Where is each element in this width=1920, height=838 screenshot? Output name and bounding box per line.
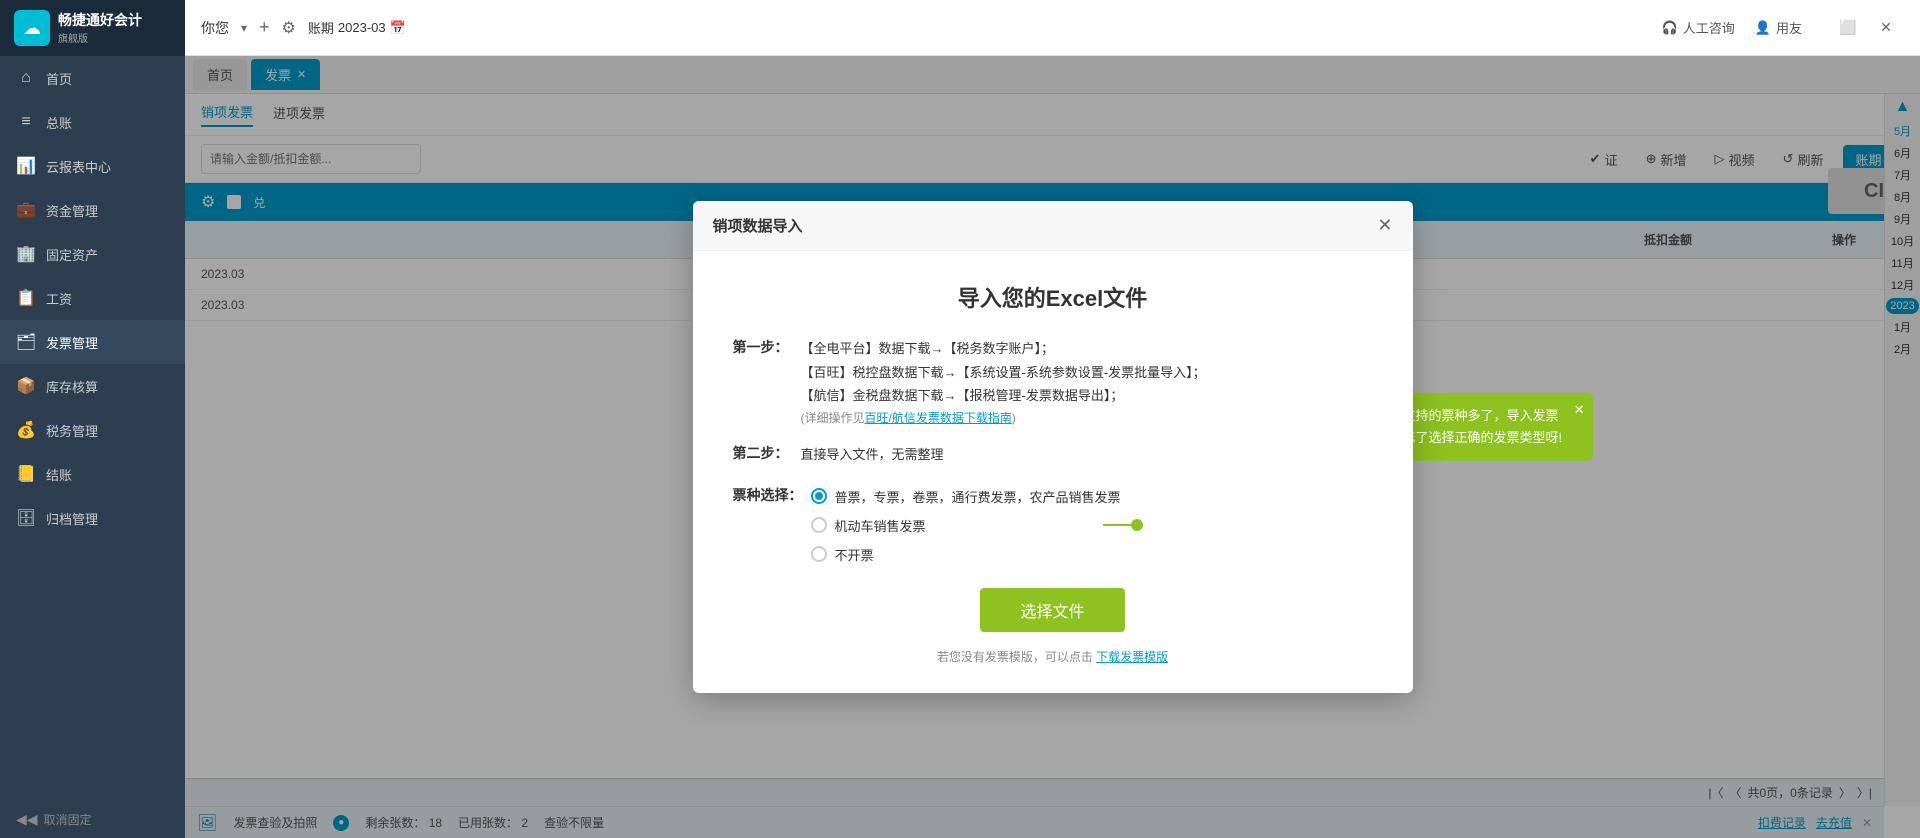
step1-line1: 【全电平台】数据下载→【税务数字账户】； <box>801 337 1206 360</box>
download-guide-link[interactable]: 百旺/航信发票数据下载指南 <box>865 411 1012 425</box>
ticket-label: 票种选择： <box>733 483 803 505</box>
ledger-icon: ≡ <box>16 112 36 132</box>
headset-icon: 🎧 <box>1662 20 1678 36</box>
tax-icon: 💰 <box>16 420 36 440</box>
assets-icon: 🏢 <box>16 244 36 264</box>
import-modal: 销项数据导入 ✕ 导入您的Excel文件 第一步： 【全电平台】数据下载→【税务… <box>693 201 1413 692</box>
modal-close-button[interactable]: ✕ <box>1377 215 1392 236</box>
step2-row: 第二步： 直接导入文件，无需整理 <box>733 443 1373 466</box>
sidebar-scroll: ⌂ 首页 ≡ 总账 📊 云报表中心 💼 资金管理 🏢 固定资产 📋 工资 <box>0 56 185 801</box>
sidebar-item-fund[interactable]: 💼 资金管理 <box>0 188 185 232</box>
radio-no-ticket-circle <box>811 546 827 562</box>
sidebar-item-archive[interactable]: 🗄 归档管理 <box>0 496 185 540</box>
fund-icon: 💼 <box>16 200 36 220</box>
sidebar-item-settle[interactable]: 📒 结账 <box>0 452 185 496</box>
step2-label: 第二步： <box>733 443 793 466</box>
radio-motor[interactable]: 机动车销售发票 <box>811 516 1121 535</box>
main-content: 你您 ▾ + ⚙ 账期 2023-03 📅 🎧 人工咨询 👤 用友 <box>185 0 1920 838</box>
radio-general-circle <box>811 488 827 504</box>
add-button[interactable]: + <box>259 17 270 38</box>
sidebar-item-invoice[interactable]: 🗂 发票管理 <box>0 320 185 364</box>
archive-icon: 🗄 <box>16 508 36 528</box>
calendar-icon[interactable]: 📅 <box>390 20 406 36</box>
page-content: 首页 发票 ✕ 销项发票 进项发票 <box>185 56 1920 838</box>
report-icon: 📊 <box>16 156 36 176</box>
content-area: 首页 发票 ✕ 销项发票 进项发票 <box>185 56 1920 838</box>
maximize-button[interactable]: ⬜ <box>1830 14 1866 42</box>
radio-motor-circle <box>811 517 827 533</box>
sidebar-footer[interactable]: ◀◀ 取消固定 <box>0 801 185 838</box>
radio-group: 普票，专票，卷票，通行费发票，农产品销售发票 机动车销售发票 <box>811 487 1121 564</box>
settings-icon[interactable]: ⚙ <box>282 18 296 38</box>
sidebar: ☁ 畅捷通好会计 旗舰版 ⌂ 首页 ≡ 总账 📊 云报表中心 💼 资金管理 <box>0 0 185 838</box>
period-display: 账期 2023-03 📅 <box>308 18 406 37</box>
sidebar-item-stock[interactable]: 📦 库存核算 <box>0 364 185 408</box>
radio-general[interactable]: 普票，专票，卷票，通行费发票，农产品销售发票 <box>811 487 1121 506</box>
download-template-link[interactable]: 下载发票模版 <box>1096 650 1168 664</box>
sidebar-item-ledger[interactable]: ≡ 总账 <box>0 100 185 144</box>
step1-content: 【全电平台】数据下载→【税务数字账户】； 【百旺】税控盘数据下载→【系统设置-系… <box>801 337 1206 429</box>
close-window-button[interactable]: ✕ <box>1868 14 1904 42</box>
modal-footer-text: 若您没有发票模版，可以点击 下载发票模版 <box>733 648 1373 665</box>
sidebar-logo: ☁ 畅捷通好会计 旗舰版 <box>0 0 185 56</box>
invoice-icon: 🗂 <box>16 332 36 352</box>
step1-line3: 【航信】金税盘数据下载→【报税管理-发票数据导出】； <box>801 384 1206 407</box>
ticket-selection: 票种选择： 普票，专票，卷票，通行费发票，农产品销售发票 机动车销售发票 <box>733 483 1373 564</box>
settle-icon: 📒 <box>16 464 36 484</box>
sidebar-item-assets[interactable]: 🏢 固定资产 <box>0 232 185 276</box>
user-icon: 👤 <box>1755 20 1771 36</box>
account-dropdown-icon[interactable]: ▾ <box>241 21 247 35</box>
step1-line2: 【百旺】税控盘数据下载→【系统设置-系统参数设置-发票批量导入】； <box>801 361 1206 384</box>
salary-icon: 📋 <box>16 288 36 308</box>
radio-no-ticket[interactable]: 不开票 <box>811 545 1121 564</box>
sidebar-item-home[interactable]: ⌂ 首页 <box>0 56 185 100</box>
service-button[interactable]: 🎧 人工咨询 <box>1662 18 1735 37</box>
modal-title: 销项数据导入 <box>713 215 803 236</box>
stock-icon: 📦 <box>16 376 36 396</box>
modal-body: 导入您的Excel文件 第一步： 【全电平台】数据下载→【税务数字账户】； 【百… <box>693 251 1413 692</box>
tooltip-connector-line <box>1103 524 1143 526</box>
step1-hint: (详细操作见百旺/航信发票数据下载指南) <box>801 408 1206 430</box>
step1-label: 第一步： <box>733 337 793 429</box>
sidebar-item-tax[interactable]: 💰 税务管理 <box>0 408 185 452</box>
topbar-right: 🎧 人工咨询 👤 用友 <box>1662 18 1802 37</box>
home-icon: ⌂ <box>16 68 36 88</box>
tooltip-close[interactable]: ✕ <box>1574 399 1585 421</box>
sidebar-item-salary[interactable]: 📋 工资 <box>0 276 185 320</box>
account-name: 你您 <box>201 18 229 38</box>
step2-content: 直接导入文件，无需整理 <box>801 443 944 466</box>
step1-row: 第一步： 【全电平台】数据下载→【税务数字账户】； 【百旺】税控盘数据下载→【系… <box>733 337 1373 429</box>
logo-icon: ☁ <box>14 10 50 46</box>
topbar: 你您 ▾ + ⚙ 账期 2023-03 📅 🎧 人工咨询 👤 用友 <box>185 0 1920 56</box>
select-file-button[interactable]: 选择文件 <box>980 588 1124 632</box>
modal-header: 销项数据导入 ✕ <box>693 201 1413 251</box>
modal-big-title: 导入您的Excel文件 <box>733 281 1373 313</box>
sidebar-item-report[interactable]: 📊 云报表中心 <box>0 144 185 188</box>
logo-text: 畅捷通好会计 旗舰版 <box>58 11 142 44</box>
modal-overlay: 销项数据导入 ✕ 导入您的Excel文件 第一步： 【全电平台】数据下载→【税务… <box>185 56 1920 838</box>
user-menu[interactable]: 👤 用友 <box>1755 18 1802 37</box>
